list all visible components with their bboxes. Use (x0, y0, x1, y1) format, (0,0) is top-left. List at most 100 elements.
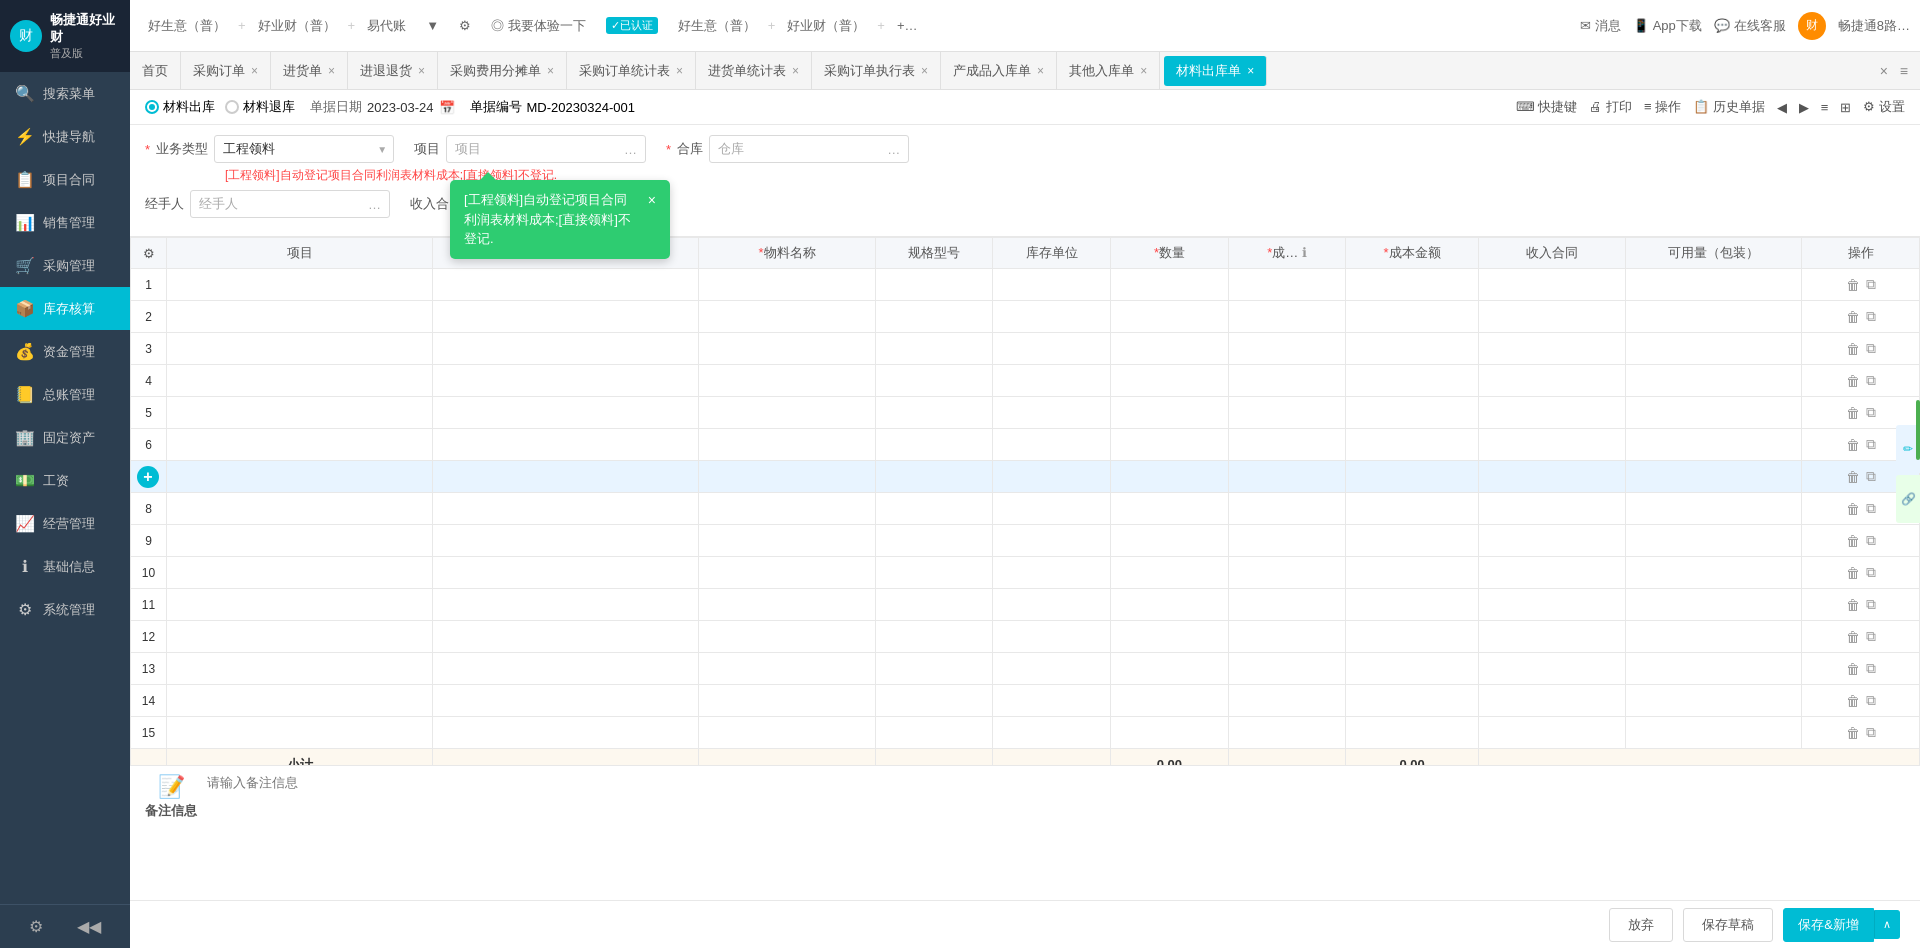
row-13-unit[interactable] (993, 653, 1111, 685)
collapse-icon[interactable]: ◀◀ (77, 917, 101, 936)
sidebar-item-search[interactable]: 🔍 搜索菜单 (0, 72, 130, 115)
row-8-available[interactable] (1625, 493, 1801, 525)
row-5-project[interactable] (167, 397, 433, 429)
row-9-cost-price[interactable] (1228, 525, 1346, 557)
tab-close-purchase-exec[interactable]: × (921, 64, 928, 78)
sidebar-item-salary[interactable]: 💵 工资 (0, 459, 130, 502)
row-3-unit[interactable] (993, 333, 1111, 365)
sidebar-item-sales[interactable]: 📊 销售管理 (0, 201, 130, 244)
row-3-qty[interactable] (1111, 333, 1229, 365)
tab-purchase-fee[interactable]: 采购费用分摊单 × (438, 52, 567, 90)
copy-row-icon[interactable]: ⧉ (1866, 660, 1876, 677)
row-9-cost-amount[interactable] (1346, 525, 1478, 557)
avatar[interactable]: 财 (1798, 12, 1826, 40)
notes-input[interactable] (207, 774, 1905, 806)
add-row-btn[interactable]: + (137, 466, 159, 488)
row-11-available[interactable] (1625, 589, 1801, 621)
delete-row-icon[interactable]: 🗑 (1846, 373, 1860, 389)
row-8-cost-price[interactable] (1228, 493, 1346, 525)
nav-prev-btn[interactable]: ◀ (1777, 100, 1787, 115)
app-download-btn[interactable]: 📱 App下载 (1633, 17, 1702, 35)
row-5-available[interactable] (1625, 397, 1801, 429)
row-15-cost-amount[interactable] (1346, 717, 1478, 749)
row-10-cost-amount[interactable] (1346, 557, 1478, 589)
row-1-available[interactable] (1625, 269, 1801, 301)
abandon-button[interactable]: 放弃 (1609, 908, 1673, 942)
delete-row-icon[interactable]: 🗑 (1846, 277, 1860, 293)
row-6-available[interactable] (1625, 429, 1801, 461)
tab-goods-return[interactable]: 进退退货 × (348, 52, 438, 90)
copy-row-icon[interactable]: ⧉ (1866, 468, 1876, 485)
message-btn[interactable]: ✉ 消息 (1580, 17, 1621, 35)
row-12-qty[interactable] (1111, 621, 1229, 653)
row-13-spec[interactable] (875, 653, 993, 685)
row-3-name[interactable] (699, 333, 875, 365)
row-4-spec[interactable] (875, 365, 993, 397)
delete-row-icon[interactable]: 🗑 (1846, 693, 1860, 709)
copy-row-icon[interactable]: ⧉ (1866, 308, 1876, 325)
tab-close-purchase-stats[interactable]: × (676, 64, 683, 78)
row-14-project[interactable] (167, 685, 433, 717)
operation-btn[interactable]: ≡ 操作 (1644, 98, 1681, 116)
nav-more[interactable]: +… (889, 14, 926, 37)
row-9-code[interactable] (433, 525, 699, 557)
row-4-cost-price[interactable] (1228, 365, 1346, 397)
row-6-code[interactable] (433, 429, 699, 461)
row-13-code[interactable] (433, 653, 699, 685)
row-2-available[interactable] (1625, 301, 1801, 333)
row-8-project[interactable] (167, 493, 433, 525)
delete-row-icon[interactable]: 🗑 (1846, 501, 1860, 517)
row-12-project[interactable] (167, 621, 433, 653)
nav-dropdown-arrow[interactable]: ▼ (418, 14, 447, 37)
row-3-spec[interactable] (875, 333, 993, 365)
row-8-spec[interactable] (875, 493, 993, 525)
row-12-contract[interactable] (1478, 621, 1625, 653)
row-11-unit[interactable] (993, 589, 1111, 621)
row-6-contract[interactable] (1478, 429, 1625, 461)
row-6-qty[interactable] (1111, 429, 1229, 461)
delete-row-icon[interactable]: 🗑 (1846, 405, 1860, 421)
row-5-code[interactable] (433, 397, 699, 429)
tab-other-in[interactable]: 其他入库单 × (1057, 52, 1160, 90)
input-row-7-code[interactable] (439, 465, 692, 488)
tab-menu-btn[interactable]: ≡ (1896, 61, 1912, 81)
copy-row-icon[interactable]: ⧉ (1866, 596, 1876, 613)
row-11-spec[interactable] (875, 589, 993, 621)
online-service-btn[interactable]: 💬 在线客服 (1714, 17, 1786, 35)
radio-material-out[interactable]: 材料出库 (145, 98, 215, 116)
copy-row-icon[interactable]: ⧉ (1866, 340, 1876, 357)
sidebar-item-quicknav[interactable]: ⚡ 快捷导航 (0, 115, 130, 158)
row-12-code[interactable] (433, 621, 699, 653)
save-new-arrow-btn[interactable]: ∧ (1874, 910, 1900, 939)
row-13-cost-amount[interactable] (1346, 653, 1478, 685)
row-4-contract[interactable] (1478, 365, 1625, 397)
row-14-contract[interactable] (1478, 685, 1625, 717)
row-14-spec[interactable] (875, 685, 993, 717)
row-8-name[interactable] (699, 493, 875, 525)
biz-type-input[interactable]: 工程领料 ▼ (214, 135, 394, 163)
row-2-project[interactable] (167, 301, 433, 333)
row-12-available[interactable] (1625, 621, 1801, 653)
sidebar-item-inventory[interactable]: 📦 库存核算 (0, 287, 130, 330)
row-11-name[interactable] (699, 589, 875, 621)
tab-close-product-in[interactable]: × (1037, 64, 1044, 78)
row-2-unit[interactable] (993, 301, 1111, 333)
row-14-name[interactable] (699, 685, 875, 717)
row-11-qty[interactable] (1111, 589, 1229, 621)
row-15-cost-price[interactable] (1228, 717, 1346, 749)
nav-good-finance2[interactable]: 好业财（普） (779, 13, 873, 39)
row-4-name[interactable] (699, 365, 875, 397)
calendar-icon[interactable]: 📅 (439, 100, 455, 115)
row-7-cost-price[interactable] (1228, 461, 1346, 493)
row-8-unit[interactable] (993, 493, 1111, 525)
row-1-contract[interactable] (1478, 269, 1625, 301)
row-4-unit[interactable] (993, 365, 1111, 397)
row-15-contract[interactable] (1478, 717, 1625, 749)
row-7-spec[interactable] (875, 461, 993, 493)
row-7-code[interactable] (433, 461, 699, 493)
row-5-name[interactable] (699, 397, 875, 429)
row-11-code[interactable] (433, 589, 699, 621)
row-6-project[interactable] (167, 429, 433, 461)
row-10-contract[interactable] (1478, 557, 1625, 589)
row-9-name[interactable] (699, 525, 875, 557)
